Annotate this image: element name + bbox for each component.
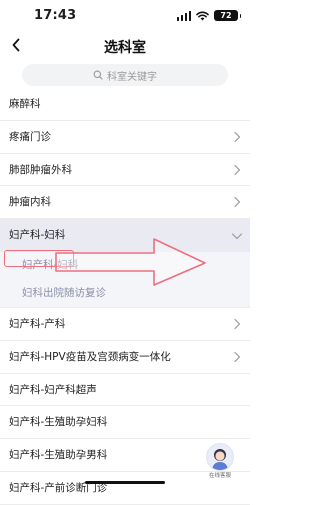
search-bar: 科室关键字 [0,60,250,88]
department-item[interactable]: 妇产科-产科 [0,308,250,341]
department-label: 麻醉科 [9,98,41,110]
department-item-expanded[interactable]: 妇产科-妇科 [0,219,250,252]
chevron-right-icon [234,164,241,175]
search-placeholder: 科室关键字 [107,71,157,83]
nav-bar: 选科室 [0,30,250,60]
department-item[interactable]: 麻醉科 [0,88,250,121]
online-service-button[interactable]: 在线客服 [205,444,235,488]
sub-department-label: 妇科出院随访复诊 [22,286,106,299]
department-label: 肺部肿瘤外科 [9,163,72,176]
page-title: 选科室 [104,40,146,56]
department-label: 妇产科-生殖助孕妇科 [9,416,108,429]
department-label: 妇产科-妇科 [9,229,66,242]
chevron-right-icon [234,131,241,142]
status-icons: 72 [176,10,241,21]
department-label: 肿瘤内科 [9,196,51,209]
annotation-highlight-box [4,250,74,267]
online-service-label: 在线客服 [208,473,231,479]
chevron-right-icon [234,351,241,362]
department-item[interactable]: 肿瘤内科 [0,186,250,220]
status-time: 17:43 [34,8,77,23]
department-item[interactable]: 妇产科-生殖助孕妇科 [0,406,250,440]
battery-icon: 72 [214,10,241,21]
department-item[interactable]: 疼痛门诊 [0,121,250,154]
search-icon [93,70,103,80]
home-indicator [85,481,165,484]
status-bar: 17:43 72 [0,0,250,30]
cellular-signal-icon [176,10,191,21]
department-label: 疼痛门诊 [9,130,51,143]
department-label: 妇产科-妇产科超声 [9,383,97,396]
search-input[interactable]: 科室关键字 [22,64,228,86]
department-label: 妇产科-HPV疫苗及宫颈病变一体化 [9,350,171,363]
department-item[interactable]: 妇产科-HPV疫苗及宫颈病变一体化 [0,341,250,374]
customer-service-avatar-icon [207,444,233,470]
chevron-down-icon [231,233,243,240]
department-item[interactable]: 肺部肿瘤外科 [0,154,250,187]
chevron-right-icon [234,197,241,208]
department-list: 麻醉科 疼痛门诊 肺部肿瘤外科 肿瘤内科 妇产科-妇科 妇产科-妇科 妇科出院随… [0,88,250,505]
wifi-icon [196,11,209,21]
department-label: 妇产科-产科 [9,317,66,330]
sub-department-item[interactable]: 妇科出院随访复诊 [0,278,250,308]
department-item[interactable]: 妇产科-妇产科超声 [0,374,250,407]
department-label: 妇产科-生殖助孕男科 [9,449,108,462]
chevron-right-icon [234,318,241,330]
